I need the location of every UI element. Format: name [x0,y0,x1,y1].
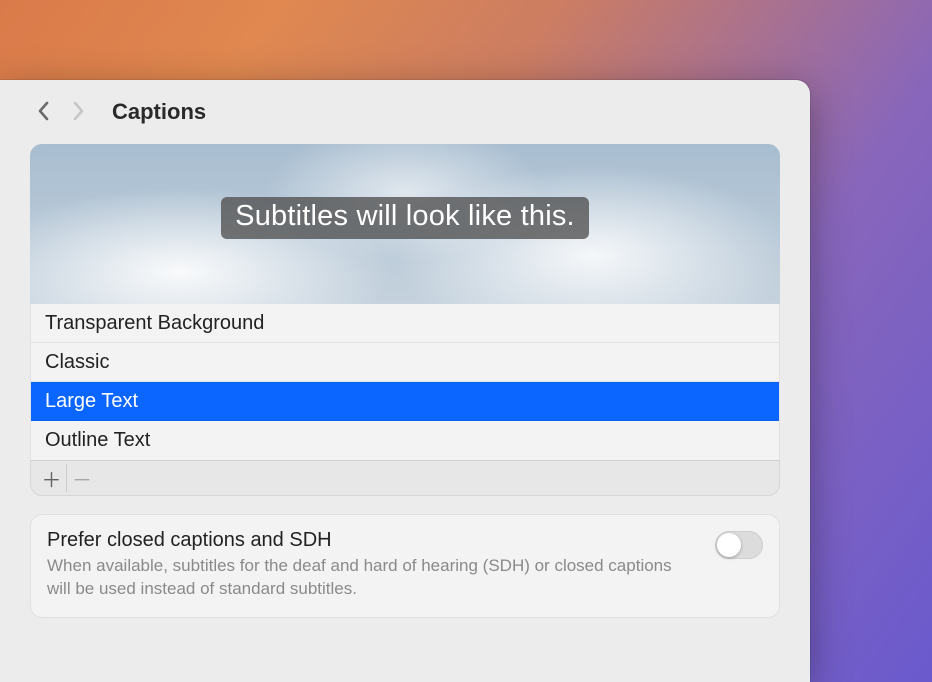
minus-icon: － [72,464,92,493]
forward-button[interactable] [64,98,92,126]
style-row-label: Large Text [45,390,138,413]
page-title: Captions [112,99,206,125]
back-button[interactable] [30,98,58,126]
remove-style-button[interactable]: － [67,464,97,492]
plus-icon: ＋ [42,464,62,493]
list-footer: ＋ － [30,460,780,496]
caption-style-list: Transparent Background Classic Large Text O… [30,304,780,460]
settings-window: Captions Subtitles will look like this. … [0,80,810,682]
style-row[interactable]: Large Text [31,382,779,421]
sdh-option-text: Prefer closed captions and SDH When avai… [47,529,699,601]
preview-caption-text: Subtitles will look like this. [221,197,589,239]
style-row[interactable]: Outline Text [31,421,779,460]
sdh-option-description: When available, subtitles for the deaf a… [47,555,699,601]
sdh-option-card: Prefer closed captions and SDH When avai… [30,514,780,618]
style-row[interactable]: Transparent Background [31,304,779,343]
style-row-label: Outline Text [45,429,150,452]
style-row-label: Transparent Background [45,312,264,335]
caption-preview: Subtitles will look like this. [30,144,780,304]
style-row[interactable]: Classic [31,343,779,382]
sdh-toggle[interactable] [715,531,763,559]
chevron-left-icon [37,101,51,124]
header: Captions [30,98,780,126]
chevron-right-icon [71,101,85,124]
style-row-label: Classic [45,351,109,374]
sdh-option-title: Prefer closed captions and SDH [47,529,699,552]
toggle-knob [717,533,741,557]
add-style-button[interactable]: ＋ [37,464,67,492]
